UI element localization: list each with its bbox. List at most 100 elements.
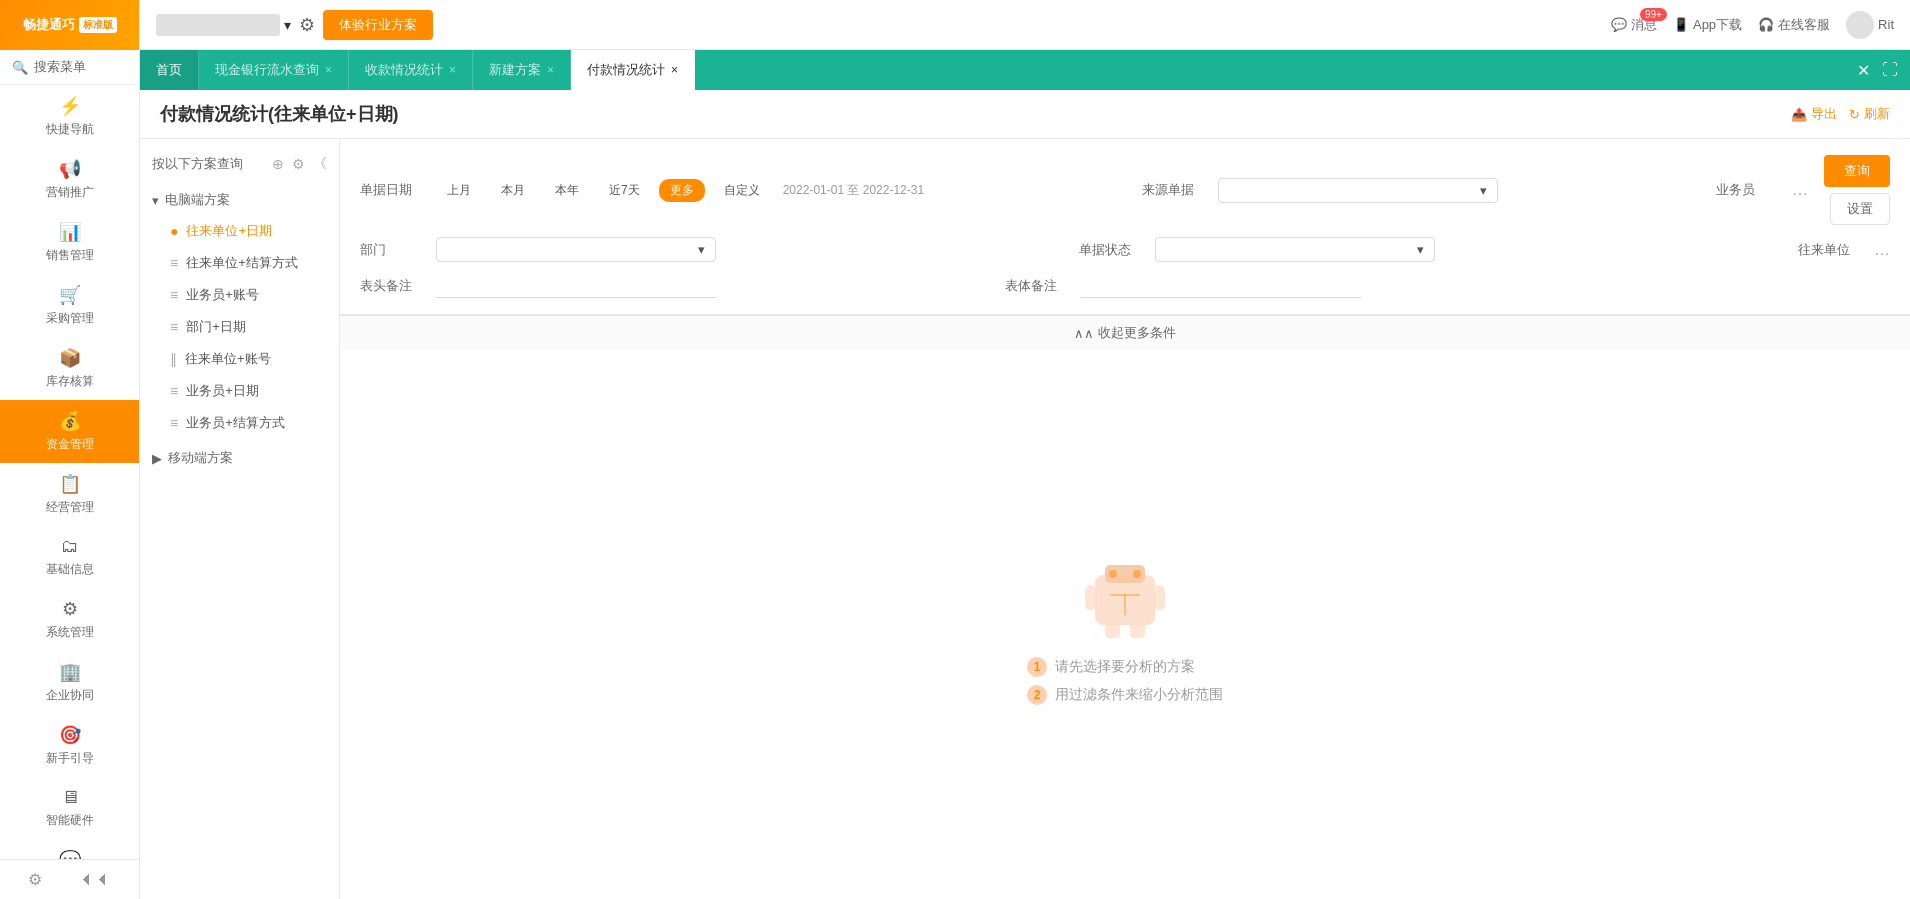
header-note-input[interactable] (436, 274, 716, 298)
query-btn[interactable]: 查询 (1824, 155, 1890, 187)
sidebar-item-funds[interactable]: 💰 资金管理 (0, 400, 139, 463)
scheme-item-icon: ≡ (170, 383, 178, 399)
source-select[interactable]: ▾ (1218, 178, 1498, 203)
date-btn-custom[interactable]: 自定义 (713, 179, 771, 202)
filter-row-3: 表头备注 表体备注 (360, 274, 1890, 298)
sidebar-item-wechat[interactable]: 💬 企业微信 (0, 839, 139, 859)
tab-pay-stat-close[interactable]: × (671, 63, 678, 77)
sidebar-item-label: 资金管理 (46, 436, 94, 453)
settings-footer-btn[interactable]: ⚙ (28, 870, 42, 889)
sidebar-item-sales[interactable]: 📊 销售管理 (0, 211, 139, 274)
sidebar-item-label: 快捷导航 (46, 121, 94, 138)
company-selector[interactable]: ▾ (156, 14, 291, 36)
date-btn-this-month[interactable]: 本月 (490, 179, 536, 202)
tab-payment-stat[interactable]: 收款情况统计 × (349, 50, 473, 90)
sidebar-item-marketing[interactable]: 📢 营销推广 (0, 148, 139, 211)
scheme-item-salesman-date[interactable]: ≡ 业务员+日期 (140, 375, 339, 407)
date-btn-7days[interactable]: 近7天 (598, 179, 651, 202)
scheme-item-partner-settlement[interactable]: ≡ 往来单位+结算方式 (140, 247, 339, 279)
scheme-group-desktop: ▾ 电脑端方案 ● 往来单位+日期 ≡ 往来单位+结算方式 ≡ 业务员+账号 (140, 185, 339, 439)
close-all-tabs-btn[interactable]: ✕ (1857, 61, 1870, 80)
scheme-item-icon: ● (170, 223, 178, 239)
service-label: 在线客服 (1778, 16, 1830, 34)
header: ▾ ⚙ 体验行业方案 💬 消息 99+ 📱 App下载 🎧 在线客服 Rit (140, 0, 1910, 50)
search-menu-item[interactable]: 🔍 搜索菜单 (0, 50, 139, 85)
header-settings-icon[interactable]: ⚙ (299, 14, 315, 36)
expand-tabs-btn[interactable]: ⛶ (1882, 61, 1898, 79)
partner-label: 往来单位 (1798, 241, 1858, 259)
scheme-group-desktop-header[interactable]: ▾ 电脑端方案 (140, 185, 339, 215)
date-options: 上月 本月 本年 近7天 更多 自定义 2022-01-01 至 2022-12… (436, 179, 924, 202)
scheme-group-mobile-header[interactable]: ▶ 移动端方案 (140, 443, 339, 473)
trial-btn[interactable]: 体验行业方案 (323, 10, 433, 40)
refresh-btn[interactable]: ↻ 刷新 (1849, 105, 1890, 123)
scheme-item-salesman-account[interactable]: ≡ 业务员+账号 (140, 279, 339, 311)
scheme-item-partner-date[interactable]: ● 往来单位+日期 (140, 215, 339, 247)
message-icon: 💬 (1611, 17, 1627, 32)
sidebar-item-label: 营销推广 (46, 184, 94, 201)
export-label: 导出 (1811, 105, 1837, 123)
sidebar-item-label: 基础信息 (46, 561, 94, 578)
user-name: Rit (1878, 17, 1894, 32)
tab-bank-close[interactable]: × (325, 63, 332, 77)
message-btn[interactable]: 💬 消息 99+ (1611, 16, 1657, 34)
tab-new-scheme-label: 新建方案 (489, 61, 541, 79)
sidebar: 畅捷通巧 标准版 🔍 搜索菜单 ⚡ 快捷导航 📢 营销推广 📊 销售管理 🛒 采… (0, 0, 140, 899)
date-btn-more[interactable]: 更多 (659, 179, 705, 202)
scheme-item-icon: ≡ (170, 319, 178, 335)
tab-pay-stat[interactable]: 付款情况统计 × (571, 50, 695, 90)
scheme-item-label: 往来单位+结算方式 (186, 254, 298, 272)
salesman-ellipsis-btn[interactable]: … (1792, 181, 1808, 199)
sidebar-item-basic-info[interactable]: 🗂 基础信息 (0, 526, 139, 588)
partner-ellipsis-btn[interactable]: … (1874, 241, 1890, 259)
date-btn-this-year[interactable]: 本年 (544, 179, 590, 202)
tip-text-1: 请先选择要分析的方案 (1055, 658, 1195, 676)
voucher-status-select[interactable]: ▾ (1155, 237, 1435, 262)
sidebar-item-business[interactable]: 📋 经营管理 (0, 463, 139, 526)
filter-settings-btn[interactable]: 设置 (1830, 193, 1890, 225)
header-note-label: 表头备注 (360, 277, 420, 295)
collapse-bar-label: 收起更多条件 (1098, 324, 1176, 342)
scheme-item-salesman-settlement[interactable]: ≡ 业务员+结算方式 (140, 407, 339, 439)
user-profile-btn[interactable]: Rit (1846, 11, 1894, 39)
export-icon: 📤 (1791, 107, 1807, 122)
scheme-item-partner-account[interactable]: ∥ 往来单位+账号 (140, 343, 339, 375)
sidebar-nav: ⚡ 快捷导航 📢 营销推广 📊 销售管理 🛒 采购管理 📦 库存核算 💰 资金管… (0, 85, 139, 859)
body-note-input[interactable] (1081, 274, 1361, 298)
tab-home[interactable]: 首页 (140, 50, 199, 90)
sidebar-item-enterprise[interactable]: 🏢 企业协同 (0, 651, 139, 714)
tab-new-scheme-close[interactable]: × (547, 63, 554, 77)
scheme-item-dept-date[interactable]: ≡ 部门+日期 (140, 311, 339, 343)
search-menu-label: 搜索菜单 (34, 58, 86, 76)
sidebar-logo: 畅捷通巧 标准版 (0, 0, 139, 50)
sidebar-item-label: 采购管理 (46, 310, 94, 327)
sidebar-item-system[interactable]: ⚙ 系统管理 (0, 588, 139, 651)
sidebar-item-quick-nav[interactable]: ⚡ 快捷导航 (0, 85, 139, 148)
app-label: App下载 (1693, 16, 1742, 34)
filter-panel: 单据日期 上月 本月 本年 近7天 更多 自定义 2022-01-01 至 20… (340, 139, 1910, 315)
scheme-settings-btn[interactable]: ⚙ (292, 156, 305, 172)
collapse-more-bar[interactable]: ∧∧ 收起更多条件 (340, 315, 1910, 350)
date-btn-last-month[interactable]: 上月 (436, 179, 482, 202)
salesman-label: 业务员 (1716, 181, 1776, 199)
basic-info-icon: 🗂 (61, 536, 79, 557)
tabs-end-actions: ✕ ⛶ (1845, 50, 1910, 90)
dept-select[interactable]: ▾ (436, 237, 716, 262)
export-btn[interactable]: 📤 导出 (1791, 105, 1837, 123)
scheme-header-label: 按以下方案查询 (152, 155, 243, 173)
sidebar-item-inventory[interactable]: 📦 库存核算 (0, 337, 139, 400)
tab-new-scheme[interactable]: 新建方案 × (473, 50, 571, 90)
sidebar-item-hardware[interactable]: 🖥 智能硬件 (0, 777, 139, 839)
tab-payment-close[interactable]: × (449, 63, 456, 77)
scheme-collapse-btn[interactable]: 《 (313, 155, 327, 173)
collapse-sidebar-btn[interactable]: ⏴⏴ (79, 870, 111, 889)
add-scheme-btn[interactable]: ⊕ (272, 156, 284, 172)
sidebar-item-guide[interactable]: 🎯 新手引导 (0, 714, 139, 777)
empty-state: 1 请先选择要分析的方案 2 用过滤条件来缩小分析范围 (340, 350, 1910, 899)
tab-bank[interactable]: 现金银行流水查询 × (199, 50, 349, 90)
app-download-btn[interactable]: 📱 App下载 (1673, 16, 1742, 34)
sidebar-item-purchase[interactable]: 🛒 采购管理 (0, 274, 139, 337)
online-service-btn[interactable]: 🎧 在线客服 (1758, 16, 1830, 34)
inventory-icon: 📦 (59, 347, 81, 369)
empty-illustration (1075, 545, 1175, 645)
